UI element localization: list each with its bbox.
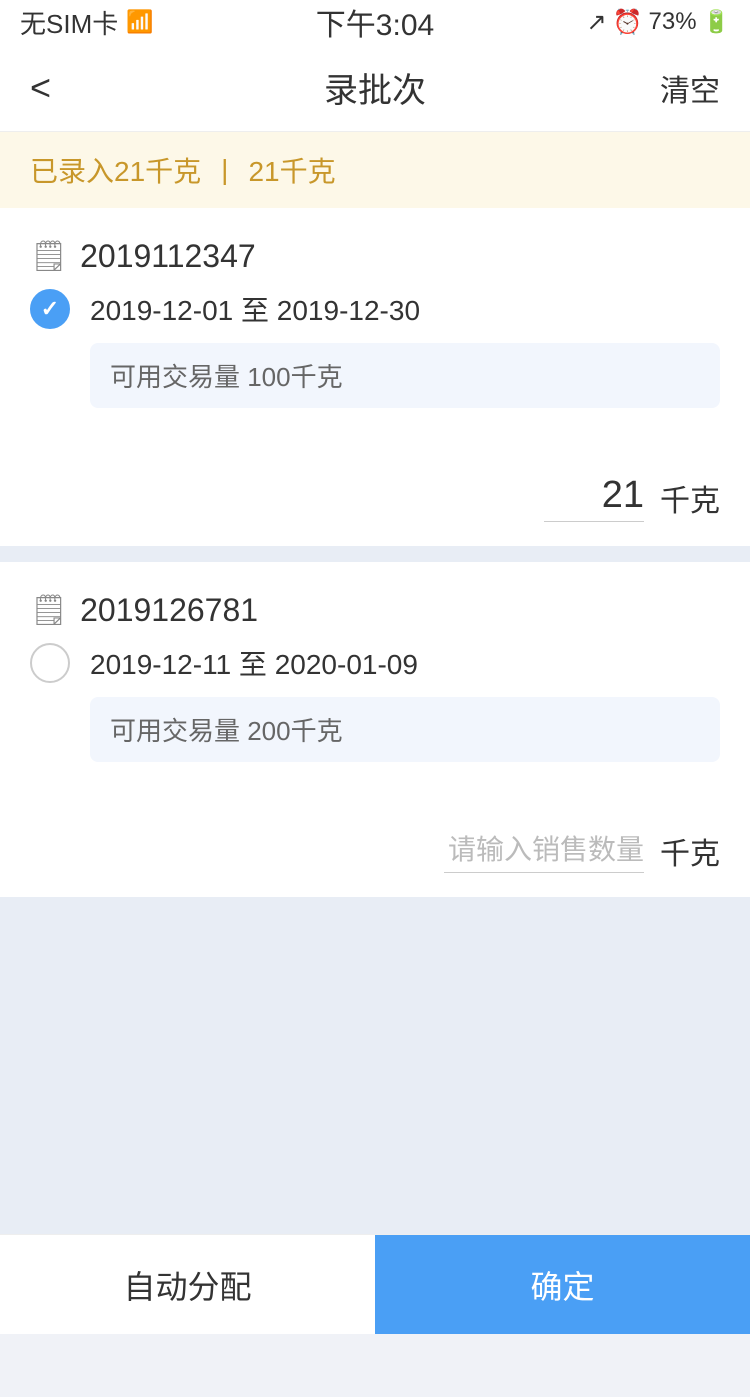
battery-icon: 🔋 xyxy=(703,9,730,35)
batch1-quantity-row: 21 千克 xyxy=(0,458,750,546)
page-title: 录批次 xyxy=(324,63,426,112)
summary-divider: | xyxy=(221,154,228,186)
batch1-header: 🗒 2019112347 xyxy=(30,238,720,275)
batch1-doc-icon: 🗒 xyxy=(30,239,68,274)
batch2-input-wrapper: 请输入销售数量 xyxy=(444,828,644,873)
batch-item-2: 🗒 2019126781 2019-12-11 至 2020-01-09 可用交… xyxy=(0,562,750,812)
alarm-icon: ⏰ xyxy=(613,8,643,37)
batch2-input-row: 请输入销售数量 千克 xyxy=(0,812,750,897)
battery-text: 73% xyxy=(649,8,697,36)
summary-amount: 21千克 xyxy=(248,150,335,190)
batch2-id: 2019126781 xyxy=(80,592,258,629)
content-area: 已录入21千克 | 21千克 🗒 2019112347 2019-12-01 至… xyxy=(0,132,750,1397)
section-divider xyxy=(0,546,750,562)
batch1-availability: 可用交易量 100千克 xyxy=(90,343,720,408)
batch2-radio[interactable] xyxy=(30,643,70,683)
wifi-icon: 📶 xyxy=(126,9,153,35)
batch2-unit: 千克 xyxy=(660,829,720,873)
batch1-unit: 千克 xyxy=(660,476,720,520)
batch1-date-range: 2019-12-01 至 2019-12-30 xyxy=(90,289,420,329)
batch1-row[interactable]: 2019-12-01 至 2019-12-30 xyxy=(30,289,720,329)
batch-item-1: 🗒 2019112347 2019-12-01 至 2019-12-30 可用交… xyxy=(0,208,750,458)
sim-text: 无SIM卡 xyxy=(20,4,118,41)
batch2-row[interactable]: 2019-12-11 至 2020-01-09 xyxy=(30,643,720,683)
auto-distribute-button[interactable]: 自动分配 xyxy=(0,1235,375,1334)
bottom-bar: 自动分配 确定 xyxy=(0,1234,750,1334)
back-button[interactable]: < xyxy=(30,67,90,109)
batch1-radio[interactable] xyxy=(30,289,70,329)
batch1-quantity-value-wrapper: 21 xyxy=(544,474,644,522)
summary-recorded: 已录入21千克 xyxy=(30,150,201,190)
status-right: ↗ ⏰ 73% 🔋 xyxy=(587,8,730,37)
status-time: 下午3:04 xyxy=(316,0,434,44)
batch2-date-range: 2019-12-11 至 2020-01-09 xyxy=(90,643,418,683)
batch1-id: 2019112347 xyxy=(80,238,256,275)
summary-bar: 已录入21千克 | 21千克 xyxy=(0,132,750,208)
batch2-doc-icon: 🗒 xyxy=(30,593,68,628)
batch2-input-placeholder[interactable]: 请输入销售数量 xyxy=(444,828,644,868)
location-icon: ↗ xyxy=(587,8,607,37)
status-bar: 无SIM卡 📶 下午3:04 ↗ ⏰ 73% 🔋 xyxy=(0,0,750,44)
status-left: 无SIM卡 📶 xyxy=(20,4,154,41)
clear-button[interactable]: 清空 xyxy=(660,66,720,110)
batch2-availability: 可用交易量 200千克 xyxy=(90,697,720,762)
nav-bar: < 录批次 清空 xyxy=(0,44,750,132)
batch2-header: 🗒 2019126781 xyxy=(30,592,720,629)
batch1-quantity-value[interactable]: 21 xyxy=(602,474,644,516)
confirm-button[interactable]: 确定 xyxy=(375,1235,750,1334)
